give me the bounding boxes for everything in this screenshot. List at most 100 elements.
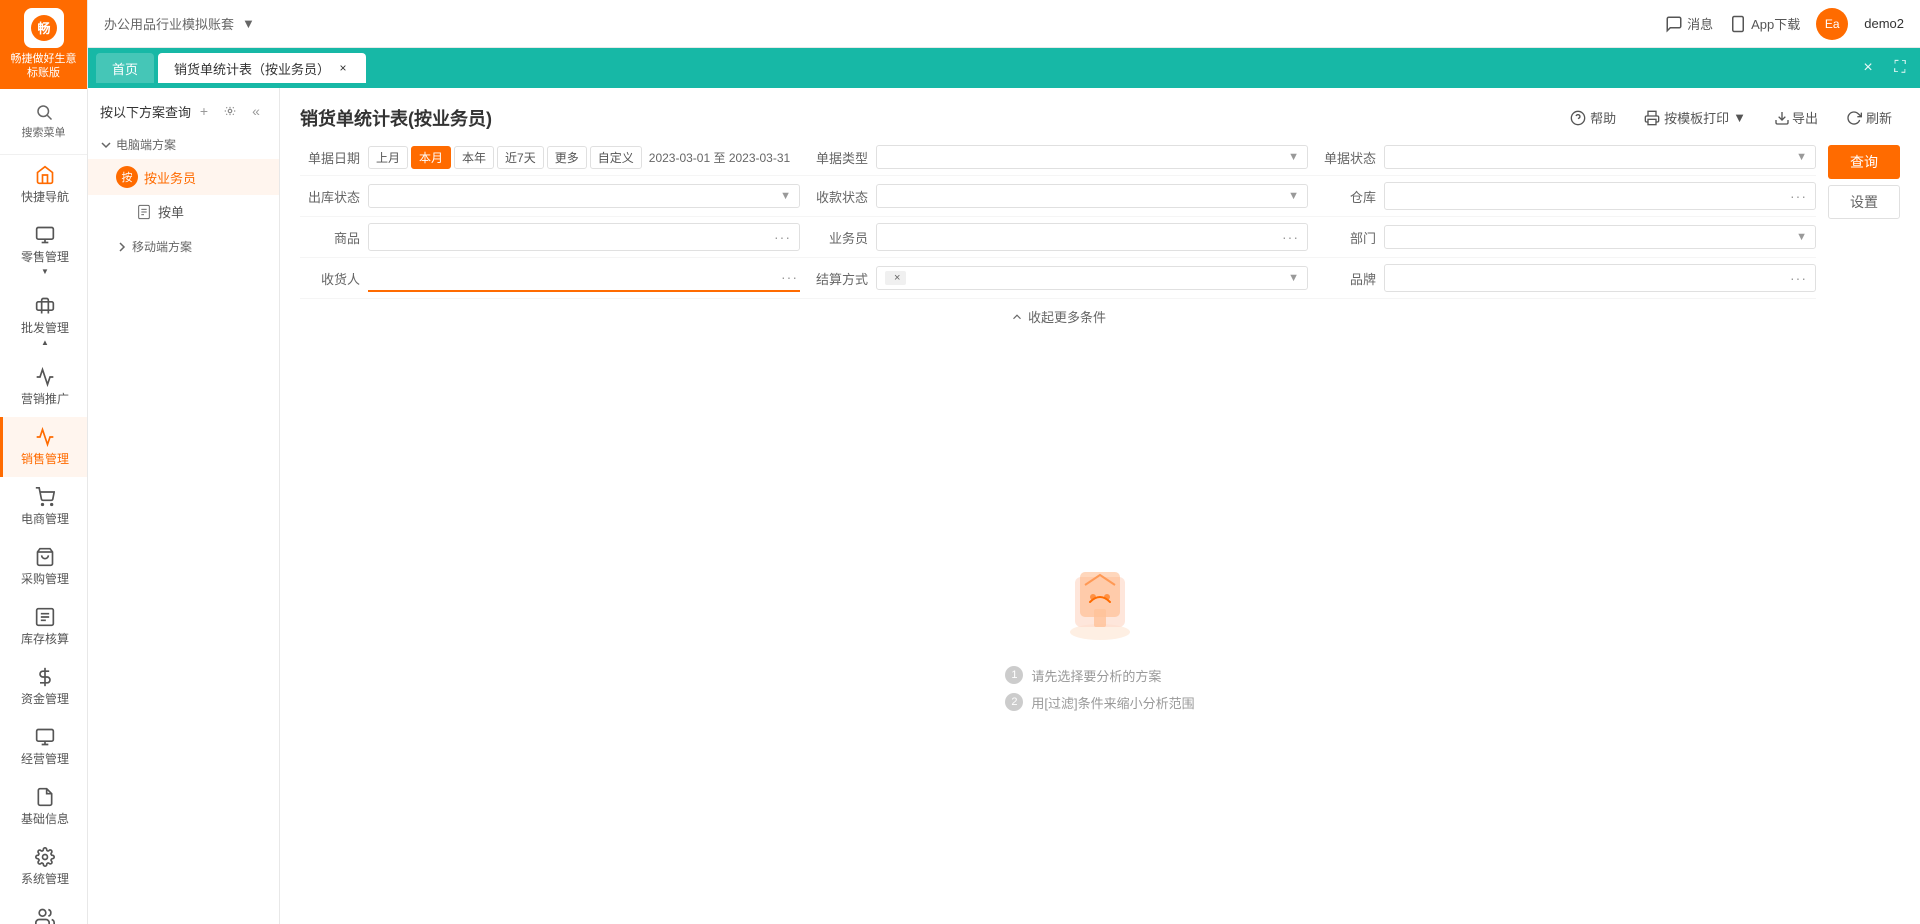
- sidebar-item-business[interactable]: 经营管理: [0, 717, 87, 777]
- bill-type-arrow: ▼: [1288, 151, 1299, 163]
- consignee-input[interactable]: ···: [368, 264, 800, 292]
- app-download-button[interactable]: App下载: [1729, 14, 1800, 33]
- collapse-button[interactable]: 收起更多条件: [1010, 307, 1106, 326]
- out-status-label: 出库状态: [300, 187, 360, 206]
- refresh-button[interactable]: 刷新: [1838, 104, 1900, 131]
- help-button[interactable]: 帮助: [1562, 104, 1624, 131]
- export-button[interactable]: 导出: [1766, 104, 1826, 131]
- user-avatar[interactable]: Ea: [1816, 8, 1848, 40]
- topbar-dropdown-arrow[interactable]: ▼: [242, 16, 255, 31]
- print-dropdown-arrow[interactable]: ▼: [1733, 110, 1746, 125]
- salesperson-select[interactable]: ···: [876, 223, 1308, 251]
- collapse-row: 收起更多条件: [300, 299, 1816, 335]
- left-panel-header: 按以下方案查询 + «: [88, 100, 279, 130]
- topbar: 办公用品行业模拟账套 ▼ 消息 App下载 Ea demo2: [88, 0, 1920, 48]
- tip-2-text: 用[过滤]条件来缩小分析范围: [1031, 693, 1194, 712]
- query-buttons: 查询 设置: [1816, 139, 1900, 335]
- settlement-label: 结算方式: [808, 269, 868, 288]
- sidebar-item-retail[interactable]: 零售管理 ▼: [0, 215, 87, 286]
- page-title: 销货单统计表(按业务员): [300, 105, 492, 131]
- sidebar-item-ecommerce[interactable]: 电商管理: [0, 477, 87, 537]
- scheme-active-icon: 按: [116, 166, 138, 188]
- sidebar-item-wholesale[interactable]: 批发管理 ▲: [0, 286, 87, 357]
- receive-status-filter-cell: 收款状态 ▼: [808, 184, 1308, 208]
- mobile-scheme-group-title[interactable]: 移动端方案: [88, 232, 279, 261]
- add-scheme-button[interactable]: +: [193, 100, 215, 122]
- bill-status-select[interactable]: ▼: [1384, 145, 1816, 169]
- department-select[interactable]: ▼: [1384, 225, 1816, 249]
- settlement-tag: ×: [885, 271, 906, 285]
- brand-select[interactable]: ···: [1384, 264, 1816, 292]
- department-label: 部门: [1316, 228, 1376, 247]
- warehouse-dots: ···: [1790, 188, 1807, 204]
- user-name[interactable]: demo2: [1864, 16, 1904, 31]
- scheme-sub-item-by-bill[interactable]: 按单: [88, 195, 279, 228]
- message-button[interactable]: 消息: [1665, 14, 1713, 33]
- date-btn-custom[interactable]: 自定义: [590, 146, 642, 169]
- page-actions: 帮助 按模板打印 ▼ 导出 刷新: [1562, 104, 1900, 131]
- settlement-tag-close[interactable]: ×: [894, 272, 900, 284]
- sidebar-item-marketing[interactable]: 营销推广: [0, 357, 87, 417]
- settlement-filter-cell: 结算方式 × ▼: [808, 266, 1308, 290]
- date-filter-cell: 单据日期 上月 本月 本年 近7天 更多 自定义 2023-03-01 至 20…: [300, 146, 800, 169]
- date-options: 上月 本月 本年 近7天 更多 自定义 2023-03-01 至 2023-03…: [368, 146, 790, 169]
- receive-status-select[interactable]: ▼: [876, 184, 1308, 208]
- empty-state: 1 请先选择要分析的方案 2 用[过滤]条件来缩小分析范围: [280, 335, 1920, 924]
- date-btn-7days[interactable]: 近7天: [497, 146, 544, 169]
- mobile-scheme-group: 移动端方案: [88, 232, 279, 261]
- salesperson-filter-cell: 业务员 ···: [808, 223, 1308, 251]
- sidebar-item-sales[interactable]: 销售管理: [0, 417, 87, 477]
- tab-close-button[interactable]: ×: [1856, 56, 1880, 80]
- sidebar-item-basic[interactable]: 基础信息: [0, 777, 87, 837]
- sidebar-item-inventory[interactable]: 库存核算: [0, 597, 87, 657]
- empty-tips: 1 请先选择要分析的方案 2 用[过滤]条件来缩小分析范围: [1005, 666, 1194, 712]
- goods-filter-cell: 商品 ···: [300, 223, 800, 251]
- logo-icon: 畅: [24, 8, 64, 48]
- tab-home[interactable]: 首页: [96, 53, 154, 83]
- logo-text: 畅捷做好生意 标账版: [4, 52, 83, 81]
- bill-status-arrow: ▼: [1796, 151, 1807, 163]
- warehouse-label: 仓库: [1316, 187, 1376, 206]
- pc-scheme-group-title[interactable]: 电脑端方案: [88, 130, 279, 159]
- print-button[interactable]: 按模板打印 ▼: [1636, 104, 1754, 131]
- sidebar-nav: 快捷导航 零售管理 ▼ 批发管理 ▲ 营销推广 销售管理 电商管理 采购管理: [0, 155, 87, 924]
- goods-select[interactable]: ···: [368, 223, 800, 251]
- sidebar-item-system[interactable]: 系统管理: [0, 837, 87, 897]
- sidebar-item-finance[interactable]: 资金管理: [0, 657, 87, 717]
- empty-tip-2: 2 用[过滤]条件来缩小分析范围: [1005, 693, 1194, 712]
- tab-close-icon[interactable]: ×: [336, 61, 350, 75]
- warehouse-filter-cell: 仓库 ···: [1316, 182, 1816, 210]
- date-btn-last-month[interactable]: 上月: [368, 146, 408, 169]
- bill-type-filter-cell: 单据类型 ▼: [808, 145, 1308, 169]
- left-panel-actions: + «: [193, 100, 267, 122]
- receive-status-arrow: ▼: [1288, 190, 1299, 202]
- scheme-item-by-salesperson[interactable]: 按 按业务员: [88, 159, 279, 195]
- sidebar-item-quicknav[interactable]: 快捷导航: [0, 155, 87, 215]
- collapse-panel-button[interactable]: «: [245, 100, 267, 122]
- bill-type-select[interactable]: ▼: [876, 145, 1308, 169]
- sidebar-item-coop[interactable]: 企业协同: [0, 897, 87, 924]
- app-logo[interactable]: 畅 畅捷做好生意 标账版: [0, 0, 87, 89]
- date-btn-more[interactable]: 更多: [547, 146, 587, 169]
- settlement-select[interactable]: × ▼: [876, 266, 1308, 290]
- date-btn-this-year[interactable]: 本年: [454, 146, 494, 169]
- search-menu-button[interactable]: 搜索菜单: [6, 97, 81, 146]
- receive-status-label: 收款状态: [808, 187, 868, 206]
- topbar-left: 办公用品行业模拟账套 ▼: [104, 14, 255, 33]
- out-status-select[interactable]: ▼: [368, 184, 800, 208]
- edit-scheme-button[interactable]: [219, 100, 241, 122]
- consignee-label: 收货人: [300, 269, 360, 288]
- pc-scheme-group: 电脑端方案 按 按业务员 按单: [88, 130, 279, 228]
- bill-status-filter-cell: 单据状态 ▼: [1316, 145, 1816, 169]
- query-button[interactable]: 查询: [1828, 145, 1900, 179]
- tip-2-num: 2: [1005, 693, 1023, 711]
- warehouse-select[interactable]: ···: [1384, 182, 1816, 210]
- department-filter-cell: 部门 ▼: [1316, 225, 1816, 249]
- settings-button[interactable]: 设置: [1828, 185, 1900, 219]
- date-label: 单据日期: [300, 148, 360, 167]
- sidebar-search-section: 搜索菜单: [0, 89, 87, 155]
- date-btn-this-month[interactable]: 本月: [411, 146, 451, 169]
- sidebar-item-purchase[interactable]: 采购管理: [0, 537, 87, 597]
- tab-sales-stat[interactable]: 销货单统计表（按业务员） ×: [158, 53, 366, 83]
- tab-expand-button[interactable]: ⛶: [1888, 56, 1912, 80]
